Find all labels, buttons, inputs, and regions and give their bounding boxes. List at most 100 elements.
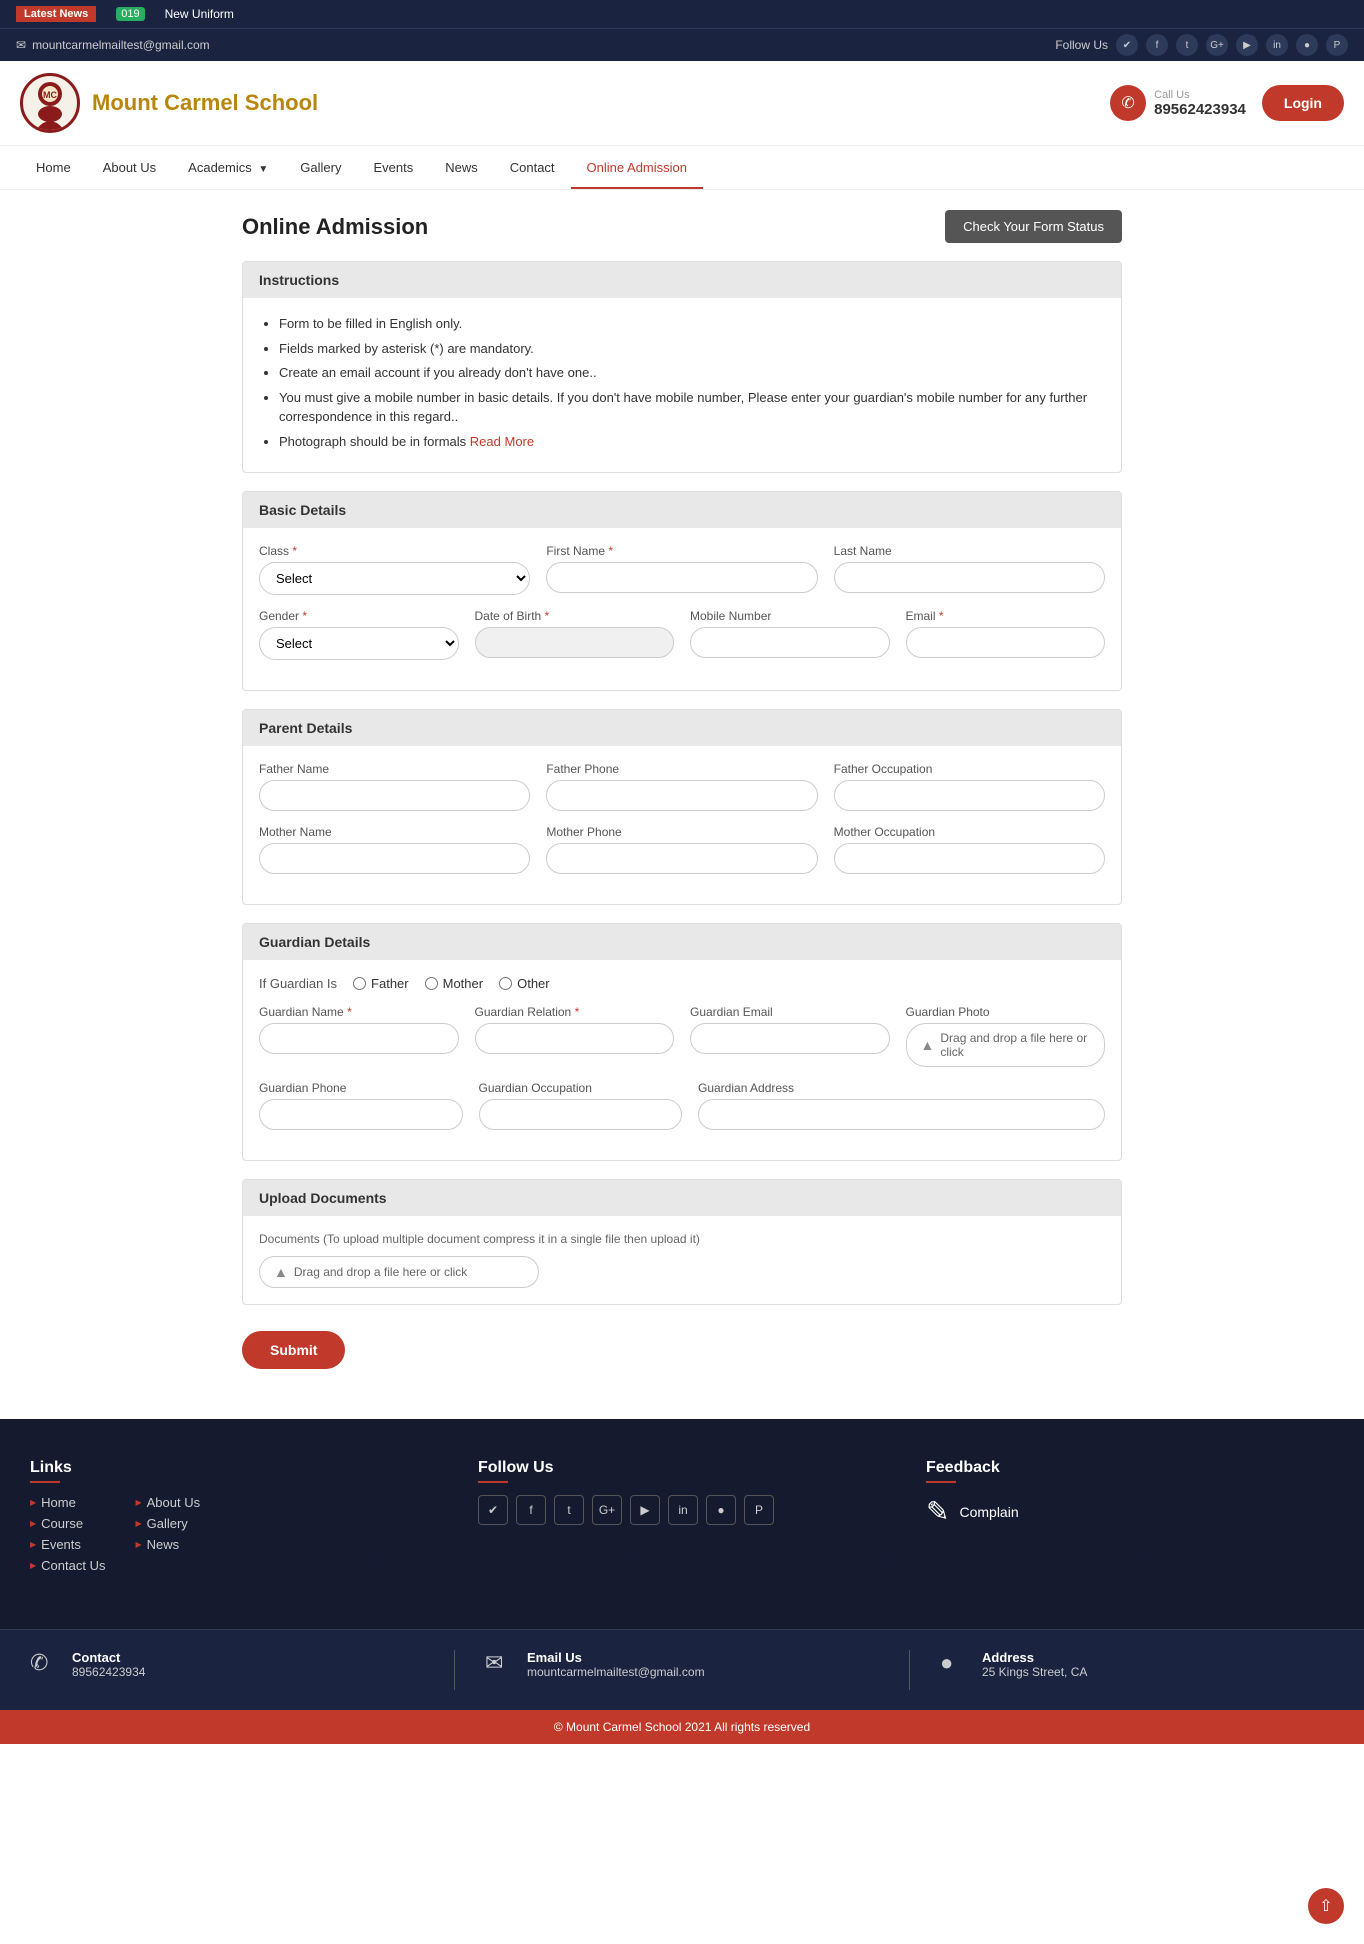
guardian-other-option[interactable]: Other <box>499 976 550 991</box>
guardian-email-input[interactable] <box>690 1023 890 1054</box>
father-occupation-label: Father Occupation <box>834 762 1105 776</box>
footer-social-icons: ✔ f t G+ ▶ in ● P <box>478 1495 886 1525</box>
footer-contact-label: Contact <box>72 1650 145 1665</box>
guardian-father-radio[interactable] <box>353 977 366 990</box>
facebook-icon[interactable]: f <box>1146 34 1168 56</box>
upload-documents-body: Documents (To upload multiple document c… <box>243 1216 1121 1304</box>
mother-phone-label: Mother Phone <box>546 825 817 839</box>
footer-whatsapp-icon[interactable]: ✔ <box>478 1495 508 1525</box>
guardian-relation-input[interactable] <box>475 1023 675 1054</box>
linkedin-icon[interactable]: in <box>1266 34 1288 56</box>
google-plus-icon[interactable]: G+ <box>1206 34 1228 56</box>
footer-links-col1: Home Course Events Contact Us <box>30 1495 105 1579</box>
latest-news-label: Latest News <box>16 6 96 22</box>
youtube-icon[interactable]: ▶ <box>1236 34 1258 56</box>
footer-instagram-icon[interactable]: ● <box>706 1495 736 1525</box>
guardian-phone-group: Guardian Phone <box>259 1081 463 1130</box>
guardian-address-input[interactable] <box>698 1099 1105 1130</box>
instructions-header: Instructions <box>243 262 1121 298</box>
follow-us-label: Follow Us <box>1055 38 1108 52</box>
footer-facebook-icon[interactable]: f <box>516 1495 546 1525</box>
footer-gallery-link[interactable]: Gallery <box>135 1516 200 1531</box>
guardian-photo-upload[interactable]: ▲ Drag and drop a file here or click <box>906 1023 1106 1067</box>
guardian-other-radio[interactable] <box>499 977 512 990</box>
footer-news-link[interactable]: News <box>135 1537 200 1552</box>
nav-academics[interactable]: Academics ▼ <box>172 146 284 189</box>
guardian-father-option[interactable]: Father <box>353 976 409 991</box>
nav-about[interactable]: About Us <box>87 146 172 189</box>
scroll-to-top-button[interactable]: ⇧ <box>1308 1888 1344 1924</box>
phone-number: 89562423934 <box>1154 101 1246 118</box>
footer-about-link[interactable]: About Us <box>135 1495 200 1510</box>
last-name-input[interactable] <box>834 562 1105 593</box>
phone-icon: ✆ <box>1110 85 1146 121</box>
first-name-input[interactable] <box>546 562 817 593</box>
news-badge: 019 <box>116 7 144 21</box>
login-button[interactable]: Login <box>1262 85 1344 121</box>
guardian-name-label: Guardian Name * <box>259 1005 459 1019</box>
father-phone-label: Father Phone <box>546 762 817 776</box>
guardian-mother-option[interactable]: Mother <box>425 976 483 991</box>
nav-online-admission[interactable]: Online Admission <box>571 146 703 189</box>
mother-phone-input[interactable] <box>546 843 817 874</box>
guardian-row-2: Guardian Phone Guardian Occupation Guard… <box>259 1081 1105 1130</box>
footer-youtube-icon[interactable]: ▶ <box>630 1495 660 1525</box>
check-status-button[interactable]: Check Your Form Status <box>945 210 1122 243</box>
footer-pinterest-icon[interactable]: P <box>744 1495 774 1525</box>
pinterest-icon[interactable]: P <box>1326 34 1348 56</box>
last-name-group: Last Name <box>834 544 1105 595</box>
parent-details-body: Father Name Father Phone Father Occupati… <box>243 746 1121 904</box>
footer-gplus-icon[interactable]: G+ <box>592 1495 622 1525</box>
guardian-occupation-group: Guardian Occupation <box>479 1081 683 1130</box>
footer-columns: Links Home Course Events Contact Us Abou… <box>30 1459 1334 1579</box>
gender-select[interactable]: Select Male Female Other <box>259 627 459 660</box>
mobile-input[interactable] <box>690 627 890 658</box>
parent-details-header: Parent Details <box>243 710 1121 746</box>
footer-twitter-icon[interactable]: t <box>554 1495 584 1525</box>
nav-contact[interactable]: Contact <box>494 146 571 189</box>
mother-occupation-input[interactable] <box>834 843 1105 874</box>
footer-contact-link[interactable]: Contact Us <box>30 1558 105 1573</box>
footer-events-link[interactable]: Events <box>30 1537 105 1552</box>
nav-gallery[interactable]: Gallery <box>284 146 357 189</box>
submit-button[interactable]: Submit <box>242 1331 345 1369</box>
footer-address-label: Address <box>982 1650 1087 1665</box>
guardian-details-body: If Guardian Is Father Mother Other Guard… <box>243 960 1121 1160</box>
guardian-occupation-input[interactable] <box>479 1099 683 1130</box>
instruction-3: Create an email account if you already d… <box>279 363 1105 383</box>
basic-details-body: Class * Select Class 1 Class 2 Class 3 C… <box>243 528 1121 690</box>
instagram-icon[interactable]: ● <box>1296 34 1318 56</box>
documents-upload[interactable]: ▲ Drag and drop a file here or click <box>259 1256 539 1288</box>
father-occupation-input[interactable] <box>834 780 1105 811</box>
nav-home[interactable]: Home <box>20 146 87 189</box>
read-more-link[interactable]: Read More <box>470 434 534 449</box>
footer-course-link[interactable]: Course <box>30 1516 105 1531</box>
call-us-label: Call Us <box>1154 89 1246 101</box>
page-content: Online Admission Check Your Form Status … <box>212 190 1152 1389</box>
guardian-name-group: Guardian Name * <box>259 1005 459 1067</box>
footer-feedback-header: Feedback <box>926 1459 1334 1483</box>
class-select[interactable]: Select Class 1 Class 2 Class 3 Class 4 C… <box>259 562 530 595</box>
mobile-group: Mobile Number <box>690 609 890 660</box>
dob-input[interactable] <box>475 627 675 658</box>
guardian-photo-label: Guardian Photo <box>906 1005 1106 1019</box>
complain-area[interactable]: ✎ Complain <box>926 1495 1334 1528</box>
father-phone-input[interactable] <box>546 780 817 811</box>
twitter-icon[interactable]: t <box>1176 34 1198 56</box>
nav-news[interactable]: News <box>429 146 494 189</box>
email-input[interactable] <box>906 627 1106 658</box>
whatsapp-icon[interactable]: ✔ <box>1116 34 1138 56</box>
guardian-mother-radio[interactable] <box>425 977 438 990</box>
guardian-phone-input[interactable] <box>259 1099 463 1130</box>
instruction-4: You must give a mobile number in basic d… <box>279 388 1105 427</box>
guardian-name-input[interactable] <box>259 1023 459 1054</box>
father-name-input[interactable] <box>259 780 530 811</box>
mother-name-input[interactable] <box>259 843 530 874</box>
footer-home-link[interactable]: Home <box>30 1495 105 1510</box>
footer-linkedin-icon[interactable]: in <box>668 1495 698 1525</box>
mother-name-label: Mother Name <box>259 825 530 839</box>
gender-group: Gender * Select Male Female Other <box>259 609 459 660</box>
complain-label: Complain <box>959 1504 1018 1520</box>
school-name-area: Mount Carmel School <box>92 90 318 116</box>
nav-events[interactable]: Events <box>357 146 429 189</box>
